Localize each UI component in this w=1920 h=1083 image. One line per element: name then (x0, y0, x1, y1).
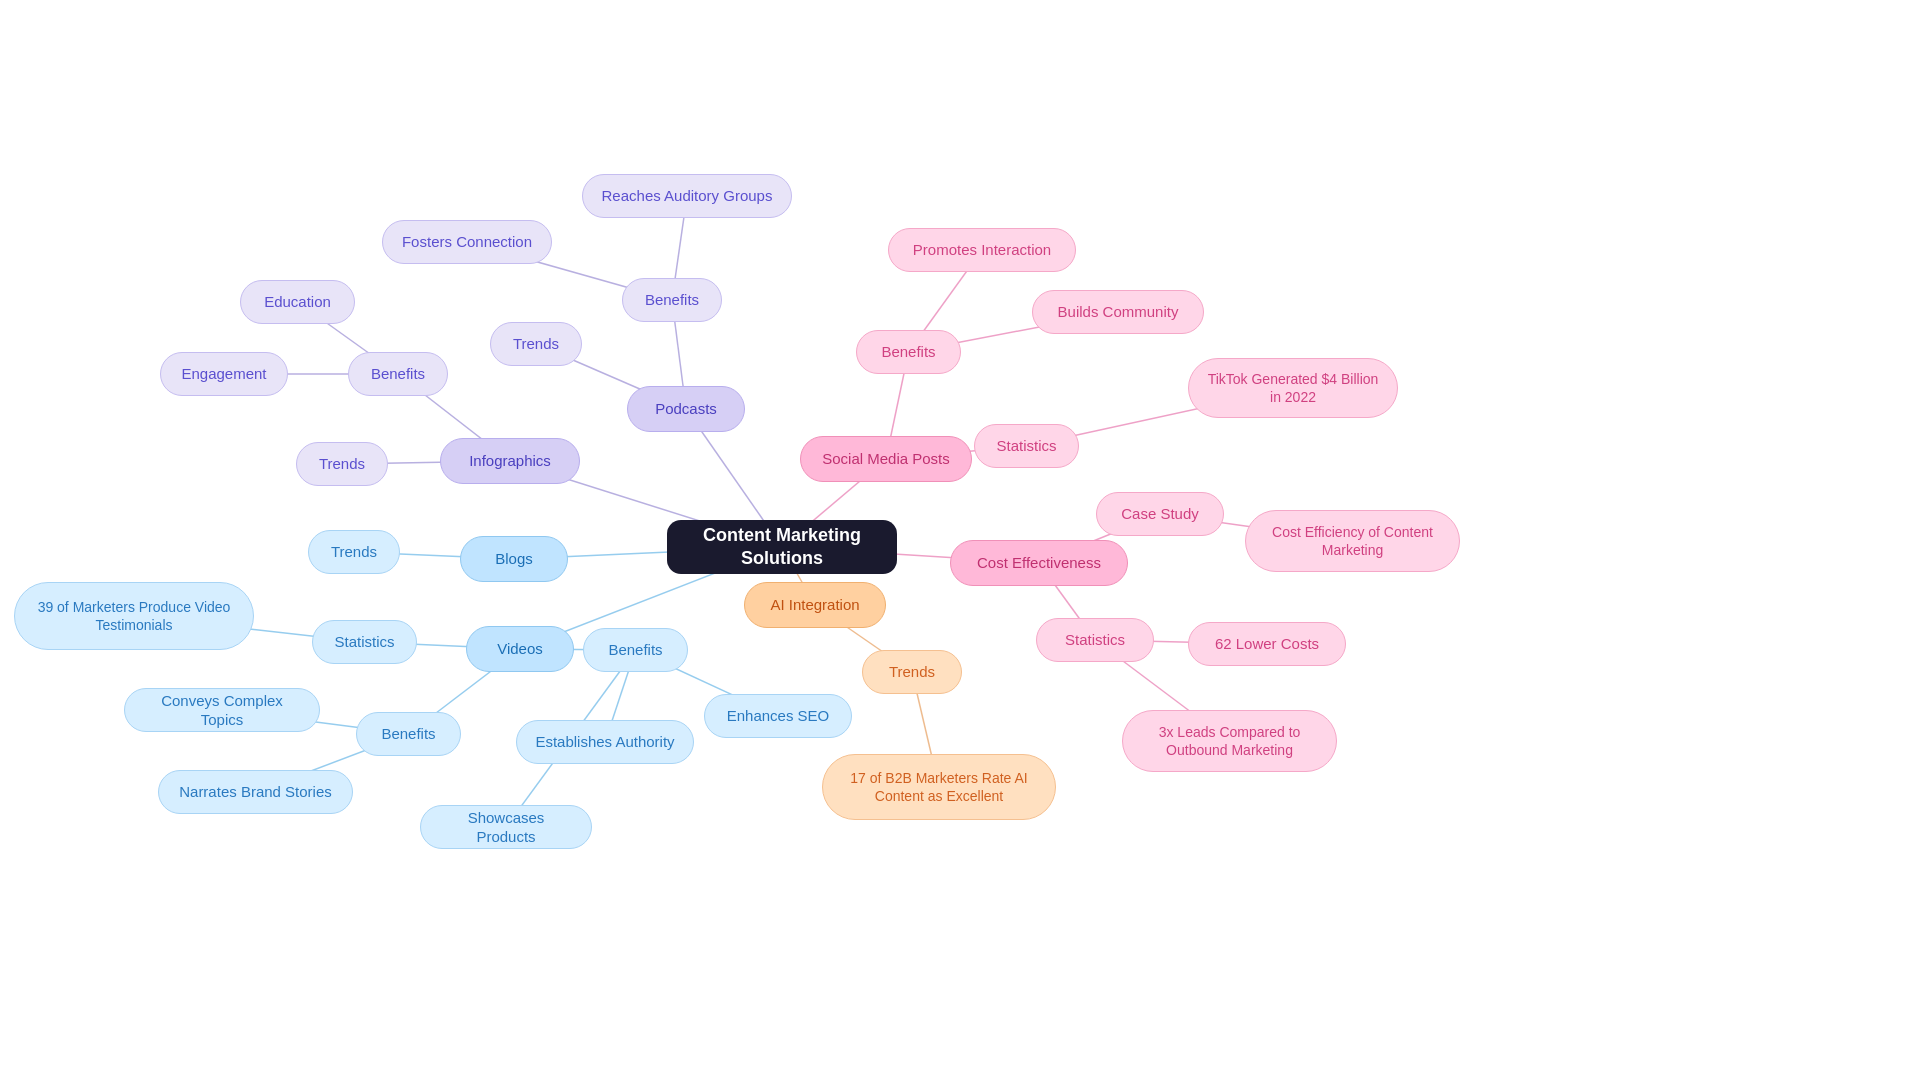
ai-integration-label: AI Integration (770, 595, 859, 615)
info-engagement-label: Engagement (181, 364, 266, 384)
social-promotes-node: Promotes Interaction (888, 228, 1076, 272)
info-benefits-label: Benefits (371, 364, 425, 384)
center-node: Content Marketing Solutions (667, 520, 897, 574)
cost-case-study-label: Case Study (1121, 504, 1199, 524)
info-trends-label: Trends (319, 454, 365, 474)
cost-3x-node: 3x Leads Compared to Outbound Marketing (1122, 710, 1337, 772)
cost-effectiveness-label: Cost Effectiveness (977, 553, 1101, 573)
video-seo-node: Enhances SEO (704, 694, 852, 738)
ai-trends-label: Trends (889, 662, 935, 682)
cost-case-study-node: Case Study (1096, 492, 1224, 536)
video-establishes-node: Establishes Authority (516, 720, 694, 764)
video-establishes-label: Establishes Authority (535, 732, 674, 752)
podcasts-label: Podcasts (655, 399, 717, 419)
center-label: Content Marketing Solutions (685, 524, 879, 571)
video-narrates-label: Narrates Brand Stories (179, 782, 332, 802)
videos-benefits2-node: Benefits (583, 628, 688, 672)
video-conveys-node: Conveys Complex Topics (124, 688, 320, 732)
video-showcases-node: Showcases Products (420, 805, 592, 849)
infographics-node: Infographics (440, 438, 580, 484)
video-marketers-label: 39 of Marketers Produce Video Testimonia… (33, 598, 235, 634)
podcast-fosters-label: Fosters Connection (402, 232, 532, 252)
podcast-fosters-node: Fosters Connection (382, 220, 552, 264)
social-promotes-label: Promotes Interaction (913, 240, 1051, 260)
podcast-benefits-label: Benefits (645, 290, 699, 310)
cost-lower-label: 62 Lower Costs (1215, 634, 1319, 654)
ai-b2b-label: 17 of B2B Marketers Rate AI Content as E… (841, 769, 1037, 805)
cost-statistics-node: Statistics (1036, 618, 1154, 662)
podcasts-node: Podcasts (627, 386, 745, 432)
cost-efficiency-node: Cost Efficiency of Content Marketing (1245, 510, 1460, 572)
video-statistics-node: Statistics (312, 620, 417, 664)
video-statistics-label: Statistics (334, 632, 394, 652)
info-benefits-node: Benefits (348, 352, 448, 396)
social-builds-node: Builds Community (1032, 290, 1204, 334)
social-builds-label: Builds Community (1058, 302, 1179, 322)
podcast-reaches-label: Reaches Auditory Groups (602, 186, 773, 206)
social-benefits-label: Benefits (881, 342, 935, 362)
social-media-label: Social Media Posts (822, 449, 950, 469)
social-tiktok-node: TikTok Generated $4 Billion in 2022 (1188, 358, 1398, 418)
cost-lower-node: 62 Lower Costs (1188, 622, 1346, 666)
video-seo-label: Enhances SEO (727, 706, 830, 726)
blog-trends-label: Trends (331, 542, 377, 562)
blog-trends-node: Trends (308, 530, 400, 574)
cost-effectiveness-node: Cost Effectiveness (950, 540, 1128, 586)
social-benefits-node: Benefits (856, 330, 961, 374)
social-tiktok-label: TikTok Generated $4 Billion in 2022 (1207, 370, 1379, 406)
cost-3x-label: 3x Leads Compared to Outbound Marketing (1141, 723, 1318, 759)
podcast-reaches-node: Reaches Auditory Groups (582, 174, 792, 218)
video-marketers-node: 39 of Marketers Produce Video Testimonia… (14, 582, 254, 650)
blogs-node: Blogs (460, 536, 568, 582)
info-trends-node: Trends (296, 442, 388, 486)
videos-label: Videos (497, 639, 543, 659)
cost-efficiency-label: Cost Efficiency of Content Marketing (1264, 523, 1441, 559)
infographics-label: Infographics (469, 451, 551, 471)
podcast-benefits-node: Benefits (622, 278, 722, 322)
cost-statistics-label: Statistics (1065, 630, 1125, 650)
ai-integration-node: AI Integration (744, 582, 886, 628)
videos-node: Videos (466, 626, 574, 672)
video-benefits-label: Benefits (381, 724, 435, 744)
info-education-node: Education (240, 280, 355, 324)
social-media-node: Social Media Posts (800, 436, 972, 482)
social-statistics-node: Statistics (974, 424, 1079, 468)
podcast-trends-node: Trends (490, 322, 582, 366)
video-conveys-label: Conveys Complex Topics (143, 691, 301, 730)
video-benefits-node: Benefits (356, 712, 461, 756)
info-education-label: Education (264, 292, 331, 312)
podcast-trends-label: Trends (513, 334, 559, 354)
social-statistics-label: Statistics (996, 436, 1056, 456)
ai-trends-node: Trends (862, 650, 962, 694)
info-engagement-node: Engagement (160, 352, 288, 396)
blogs-label: Blogs (495, 549, 533, 569)
video-showcases-label: Showcases Products (439, 808, 573, 847)
video-narrates-node: Narrates Brand Stories (158, 770, 353, 814)
ai-b2b-node: 17 of B2B Marketers Rate AI Content as E… (822, 754, 1056, 820)
videos-benefits2-label: Benefits (608, 640, 662, 660)
